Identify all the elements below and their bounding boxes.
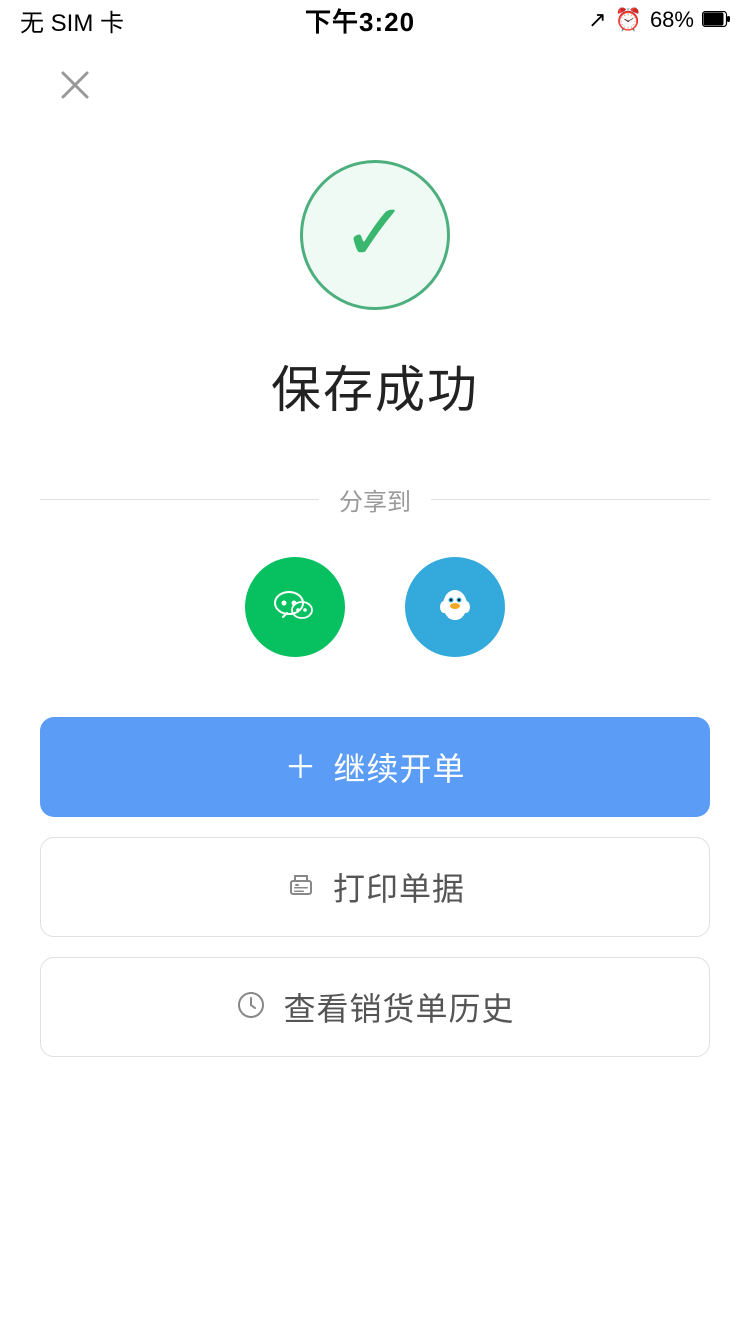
wechat-share-button[interactable] — [245, 557, 345, 657]
share-section: 分享到 — [40, 482, 710, 657]
divider-right — [431, 499, 710, 500]
battery-icon — [702, 7, 730, 33]
status-bar: 无 SIM 卡 下午3:20 ↗ ⏰ 68% — [0, 0, 750, 40]
close-button[interactable] — [50, 60, 100, 110]
clock-icon — [235, 989, 267, 1026]
share-label: 分享到 — [339, 482, 411, 517]
buttons-section: ＋ 继续开单 打印单据 — [40, 717, 710, 1057]
success-icon-container: ✓ — [300, 160, 450, 310]
view-history-label: 查看销货单历史 — [283, 984, 514, 1030]
close-btn-row — [40, 40, 710, 140]
status-time: 下午3:20 — [305, 2, 415, 39]
continue-order-label: 继续开单 — [334, 744, 466, 790]
checkmark-icon: ✓ — [341, 193, 408, 273]
main-content: ✓ 保存成功 分享到 — [0, 40, 750, 1334]
share-icons-row — [40, 557, 710, 657]
plus-icon: ＋ — [284, 751, 317, 783]
carrier-text: 无 SIM 卡 — [20, 3, 124, 38]
status-right: ↗ ⏰ 68% — [588, 7, 730, 33]
print-receipt-button[interactable]: 打印单据 — [40, 837, 710, 937]
printer-icon — [285, 869, 317, 906]
location-icon: ↗ — [588, 7, 606, 33]
divider-left — [40, 499, 319, 500]
status-left: 无 SIM 卡 — [20, 3, 132, 38]
continue-order-button[interactable]: ＋ 继续开单 — [40, 717, 710, 817]
battery-percent: 68% — [650, 7, 694, 33]
qq-share-button[interactable] — [405, 557, 505, 657]
alarm-icon: ⏰ — [615, 7, 642, 33]
share-divider-row: 分享到 — [40, 482, 710, 517]
print-receipt-label: 打印单据 — [333, 864, 465, 910]
success-circle: ✓ — [300, 160, 450, 310]
view-history-button[interactable]: 查看销货单历史 — [40, 957, 710, 1057]
success-title: 保存成功 — [271, 350, 479, 422]
